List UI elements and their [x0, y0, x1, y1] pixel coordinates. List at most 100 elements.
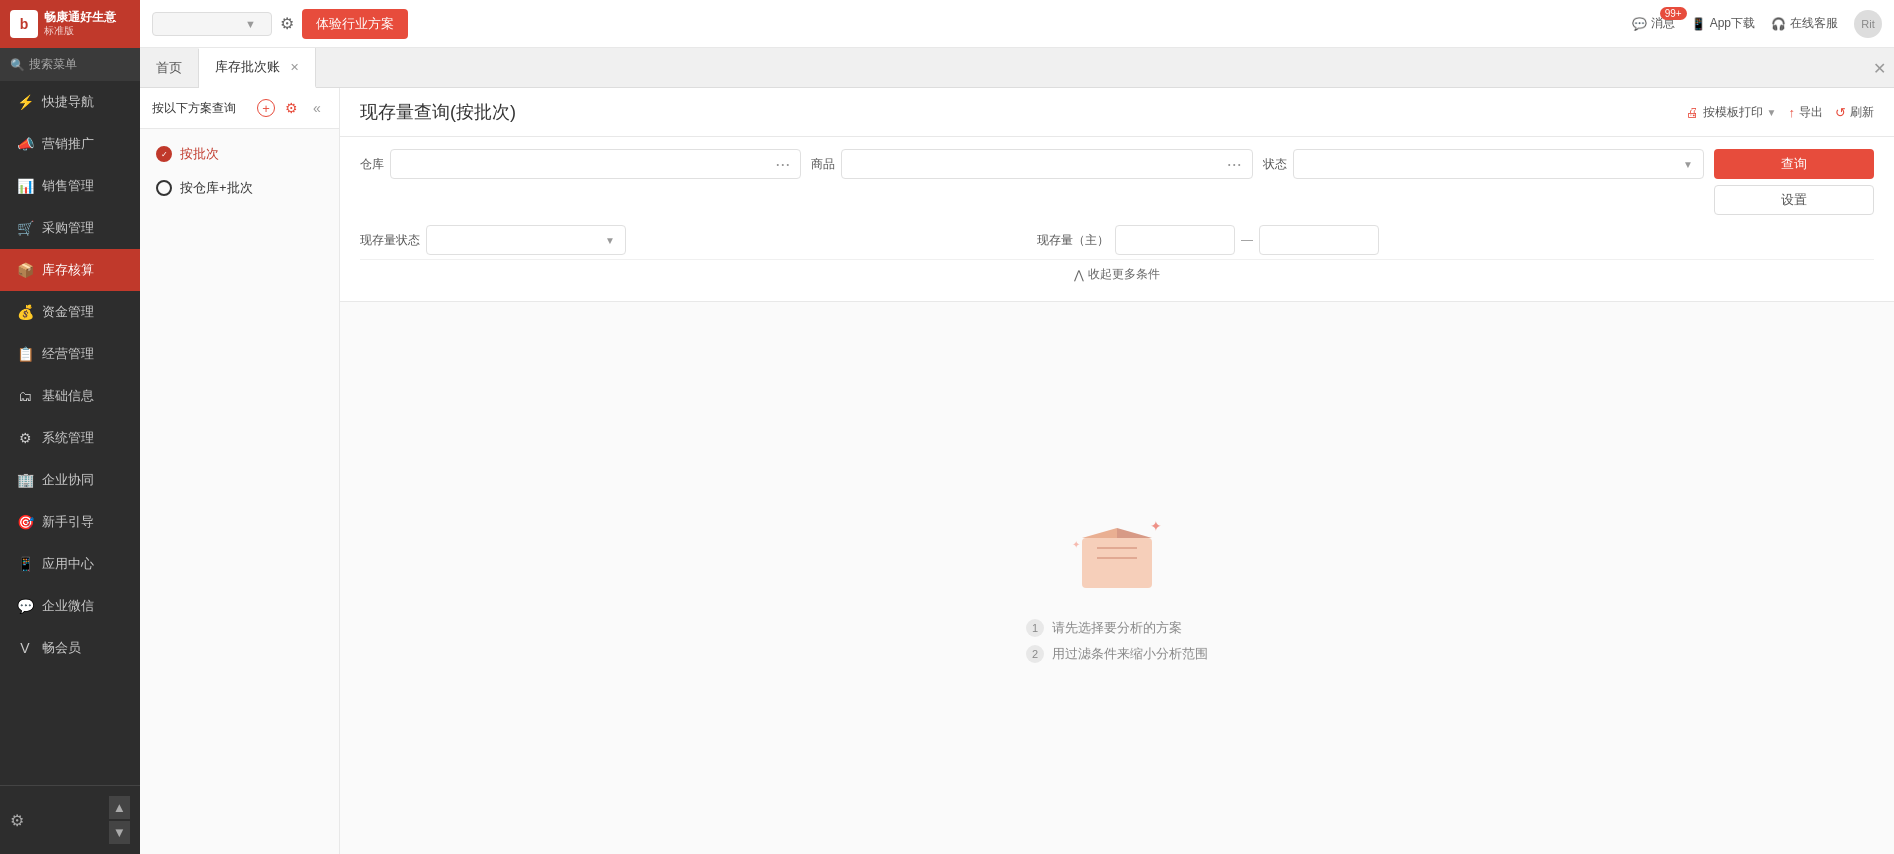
sidebar-scroll-down[interactable]: ▼: [109, 821, 130, 844]
brand-name: 畅康通好生意: [44, 10, 116, 24]
app-download-button[interactable]: 📱 App下载: [1691, 15, 1755, 32]
basic-icon: 🗂: [16, 387, 34, 405]
tab-close-icon[interactable]: ✕: [290, 61, 299, 74]
sidebar-item-label: 营销推广: [42, 135, 94, 153]
plan-inactive-icon: [156, 180, 172, 196]
collapse-more-button[interactable]: ⋀ 收起更多条件: [360, 259, 1874, 289]
tab-home[interactable]: 首页: [140, 49, 199, 87]
purchase-icon: 🛒: [16, 219, 34, 237]
member-icon: V: [16, 639, 34, 657]
query-button[interactable]: 查询: [1714, 149, 1874, 179]
tab-inventory-batch-label: 库存批次账: [215, 58, 280, 76]
empty-hint-1: 1 请先选择要分析的方案: [1026, 619, 1208, 637]
sidebar-item-label: 畅会员: [42, 639, 81, 657]
sidebar-item-marketing[interactable]: 📣 营销推广: [0, 123, 140, 165]
message-button[interactable]: 💬 消息 99+: [1632, 15, 1675, 32]
tab-panel-close-icon[interactable]: ✕: [1873, 58, 1886, 77]
content-area: 按以下方案查询 + ⚙ « ✓ 按批次 按仓库+批次: [140, 88, 1894, 854]
industry-btn[interactable]: 体验行业方案: [302, 9, 408, 39]
sidebar-item-label: 系统管理: [42, 429, 94, 447]
stock-qty-to[interactable]: [1259, 225, 1379, 255]
collapse-panel-icon[interactable]: «: [307, 98, 327, 118]
sidebar-item-basic[interactable]: 🗂 基础信息: [0, 375, 140, 417]
sidebar-item-purchase[interactable]: 🛒 采购管理: [0, 207, 140, 249]
inventory-icon: 📦: [16, 261, 34, 279]
svg-text:✦: ✦: [1072, 539, 1080, 550]
export-button[interactable]: ↑ 导出: [1789, 104, 1824, 121]
sidebar-item-newbie[interactable]: 🎯 新手引导: [0, 501, 140, 543]
sidebar-item-label: 基础信息: [42, 387, 94, 405]
main-area: ▼ ⚙ 体验行业方案 💬 消息 99+ 📱 App下载 🎧 在线客服 Rit: [140, 0, 1894, 854]
export-label: 导出: [1799, 104, 1823, 121]
settings-button[interactable]: 设置: [1714, 185, 1874, 215]
sidebar-search[interactable]: 🔍 搜索菜单: [0, 48, 140, 81]
empty-hint-2: 2 用过滤条件来缩小分析范围: [1026, 645, 1208, 663]
marketing-icon: 📣: [16, 135, 34, 153]
export-icon: ↑: [1789, 105, 1796, 120]
add-plan-icon[interactable]: +: [257, 99, 275, 117]
sidebar-item-inventory[interactable]: 📦 库存核算: [0, 249, 140, 291]
search-icon: 🔍: [10, 58, 25, 72]
stock-status-dropdown[interactable]: ▼: [426, 225, 626, 255]
collapse-label: 收起更多条件: [1088, 266, 1160, 283]
print-button[interactable]: 🖨 按模板打印 ▼: [1686, 104, 1777, 121]
settings-plan-icon[interactable]: ⚙: [281, 98, 301, 118]
sidebar-item-operation[interactable]: 📋 经营管理: [0, 333, 140, 375]
status-dropdown[interactable]: ▼: [1293, 149, 1704, 179]
left-panel-actions: + ⚙ «: [257, 98, 327, 118]
sidebar-item-wechat[interactable]: 💬 企业微信: [0, 585, 140, 627]
svg-text:✦: ✦: [1150, 518, 1162, 534]
print-icon: 🖨: [1686, 105, 1699, 120]
settings-icon[interactable]: ⚙: [10, 811, 24, 830]
dropdown-icon[interactable]: ▼: [245, 18, 256, 30]
topbar-search-input[interactable]: [161, 17, 241, 31]
brand-sub: 标准版: [44, 24, 116, 38]
data-area: ✦ ✦ 1 请先选择要分析的方案 2 用过滤条件来缩小分析范围: [340, 302, 1894, 854]
online-service-label: 在线客服: [1790, 15, 1838, 32]
sidebar-item-system[interactable]: ⚙ 系统管理: [0, 417, 140, 459]
goods-more-icon[interactable]: ···: [1227, 155, 1242, 173]
sales-icon: 📊: [16, 177, 34, 195]
user-avatar: Rit: [1854, 10, 1882, 38]
topbar: ▼ ⚙ 体验行业方案 💬 消息 99+ 📱 App下载 🎧 在线客服 Rit: [140, 0, 1894, 48]
sidebar-nav: ⚡ 快捷导航 📣 营销推广 📊 销售管理 🛒 采购管理 📦 库存核算 💰 资金管…: [0, 81, 140, 785]
goods-label: 商品: [811, 156, 835, 173]
online-service-button[interactable]: 🎧 在线客服: [1771, 15, 1838, 32]
sidebar-item-member[interactable]: V 畅会员: [0, 627, 140, 669]
sidebar-item-sales[interactable]: 📊 销售管理: [0, 165, 140, 207]
sidebar-item-quick-nav[interactable]: ⚡ 快捷导航: [0, 81, 140, 123]
stock-qty-from[interactable]: [1115, 225, 1235, 255]
goods-input[interactable]: ···: [841, 149, 1252, 179]
sidebar-scroll-up[interactable]: ▲: [109, 796, 130, 819]
sidebar-header: b 畅康通好生意 标准版: [0, 0, 140, 48]
filter-area: 仓库 ··· 商品 ··· 状态: [340, 137, 1894, 302]
plan-item-by-warehouse-batch[interactable]: 按仓库+批次: [140, 171, 339, 205]
stock-qty-label: 现存量（主）: [1037, 232, 1109, 249]
sidebar-item-label: 应用中心: [42, 555, 94, 573]
plan-item-by-batch[interactable]: ✓ 按批次: [140, 137, 339, 171]
sidebar-item-label: 采购管理: [42, 219, 94, 237]
topbar-search-group[interactable]: ▼: [152, 12, 272, 36]
sidebar-item-finance[interactable]: 💰 资金管理: [0, 291, 140, 333]
tab-home-label: 首页: [156, 59, 182, 77]
sidebar-item-enterprise[interactable]: 🏢 企业协同: [0, 459, 140, 501]
sidebar-item-appstore[interactable]: 📱 应用中心: [0, 543, 140, 585]
refresh-button[interactable]: ↺ 刷新: [1835, 104, 1874, 121]
tab-inventory-batch[interactable]: 库存批次账 ✕: [199, 48, 316, 88]
finance-icon: 💰: [16, 303, 34, 321]
hint-text-2: 用过滤条件来缩小分析范围: [1052, 645, 1208, 663]
settings-gear-icon[interactable]: ⚙: [280, 14, 294, 33]
stock-status-label: 现存量状态: [360, 232, 420, 249]
chevron-up-icon: ⋀: [1074, 268, 1084, 282]
warehouse-input[interactable]: ···: [390, 149, 801, 179]
hint-num-1: 1: [1026, 619, 1044, 637]
page-header: 现存量查询(按批次) 🖨 按模板打印 ▼ ↑ 导出 ↺ 刷新: [340, 88, 1894, 137]
sidebar-item-label: 经营管理: [42, 345, 94, 363]
topbar-left: ▼ ⚙ 体验行业方案: [152, 9, 1624, 39]
user-profile-button[interactable]: Rit: [1854, 10, 1882, 38]
warehouse-more-icon[interactable]: ···: [775, 155, 790, 173]
refresh-icon: ↺: [1835, 105, 1846, 120]
appstore-icon: 📱: [16, 555, 34, 573]
sidebar-item-label: 新手引导: [42, 513, 94, 531]
print-dropdown-icon[interactable]: ▼: [1767, 107, 1777, 118]
